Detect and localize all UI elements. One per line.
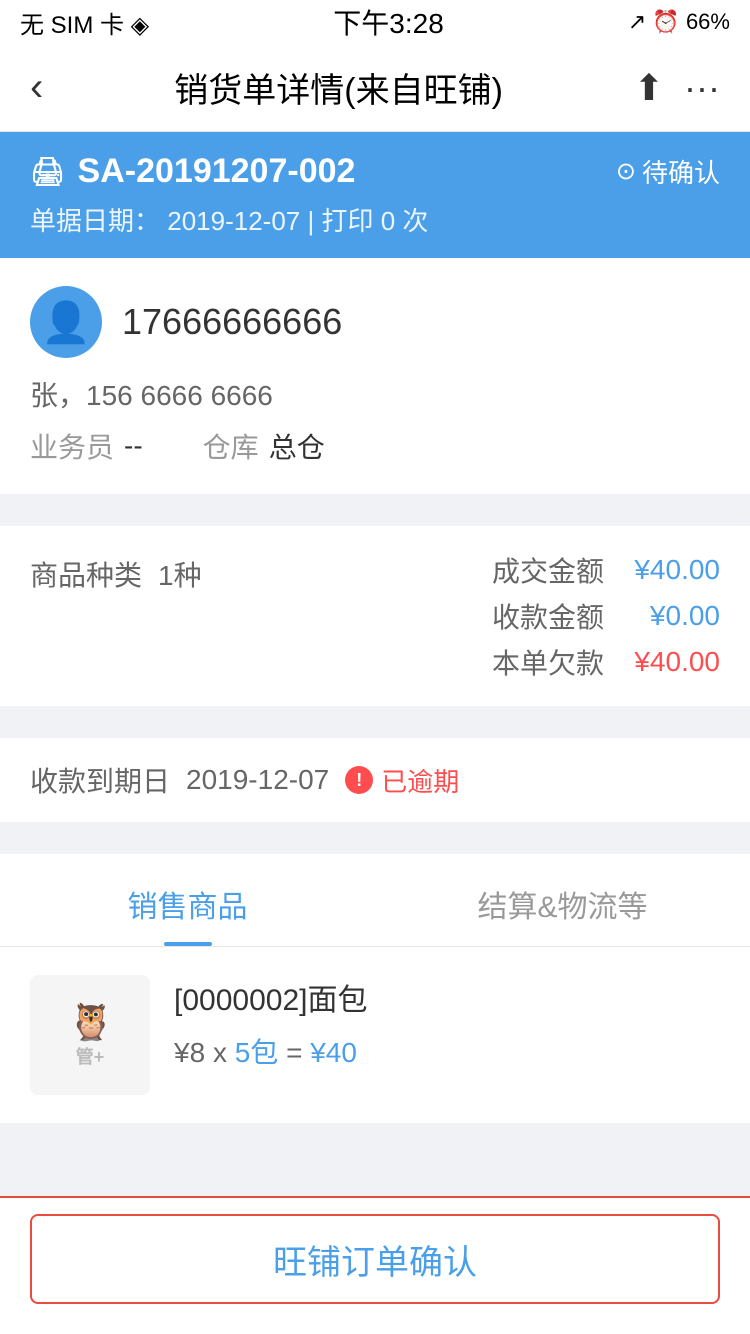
transaction-value: ¥40.00	[620, 554, 720, 586]
due-date-value: 2019-12-07	[186, 764, 329, 796]
tab-settlement[interactable]: 结算&物流等	[375, 854, 750, 946]
payment-row: 收款金额 ¥0.00	[492, 596, 720, 636]
order-date-value: 2019-12-07	[167, 206, 300, 236]
page-title: 销货单详情(来自旺铺)	[174, 63, 503, 112]
bottom-bar: 旺铺订单确认	[0, 1196, 750, 1334]
product-thumbnail: 🦉 管+	[30, 975, 150, 1095]
salesman-item: 业务员 --	[30, 426, 143, 466]
clock-icon: ⊙	[616, 157, 636, 186]
order-print-info: 打印 0 次	[321, 206, 428, 236]
overdue-badge: ! 已逾期	[345, 762, 459, 799]
due-date-card: 收款到期日 2019-12-07 ! 已逾期	[0, 738, 750, 822]
overdue-icon: !	[345, 766, 373, 794]
order-date-sep: |	[307, 206, 321, 236]
customer-card: 👤 17666666666 张，156 6666 6666 业务员 -- 仓库 …	[0, 258, 750, 494]
arrear-row: 本单欠款 ¥40.00	[492, 642, 720, 682]
overdue-text: 已逾期	[381, 762, 459, 799]
battery-label: ↗ ⏰ 66%	[628, 9, 730, 35]
warehouse-item: 仓库 总仓	[203, 426, 325, 466]
product-list: 🦉 管+ [0000002]面包 ¥8 x 5包 = ¥40	[0, 947, 750, 1123]
payment-value: ¥0.00	[620, 600, 720, 632]
arrear-label: 本单欠款	[492, 642, 604, 682]
status-left: 无 SIM 卡 ◈	[20, 5, 149, 40]
salesman-value: --	[124, 430, 143, 462]
amount-section: 成交金额 ¥40.00 收款金额 ¥0.00 本单欠款 ¥40.00	[375, 550, 720, 682]
avatar: 👤	[30, 286, 102, 358]
order-date-line: 单据日期： 2019-12-07 | 打印 0 次	[30, 201, 720, 238]
customer-phone: 17666666666	[122, 301, 342, 343]
customer-name-info: 张，156 6666 6666	[30, 374, 720, 414]
salesman-label: 业务员	[30, 426, 114, 466]
no-sim-label: 无 SIM 卡 ◈	[20, 5, 149, 40]
status-bar: 无 SIM 卡 ◈ 下午3:28 ↗ ⏰ 66%	[0, 0, 750, 44]
order-doc-icon: 🖨	[30, 155, 66, 188]
order-date-label: 单据日期：	[30, 206, 160, 236]
back-button[interactable]: ‹	[30, 65, 43, 110]
arrear-value: ¥40.00	[620, 646, 720, 678]
equals-symbol: =	[286, 1037, 310, 1068]
more-icon[interactable]: ···	[684, 67, 720, 109]
product-total: ¥40	[310, 1037, 357, 1068]
product-calc: ¥8 x 5包 = ¥40	[174, 1031, 720, 1071]
tab-sales-products-label: 销售商品	[128, 891, 248, 924]
warehouse-value: 总仓	[269, 426, 325, 466]
confirm-order-button[interactable]: 旺铺订单确认	[30, 1214, 720, 1304]
status-time: 下午3:28	[333, 2, 444, 42]
multiply-symbol: x	[213, 1037, 235, 1068]
divider-2	[0, 722, 750, 738]
order-status-text: 待确认	[642, 153, 720, 190]
product-type-label: 商品种类	[30, 554, 142, 594]
nav-bar: ‹ 销货单详情(来自旺铺) ⬆ ···	[0, 44, 750, 132]
transaction-label: 成交金额	[492, 550, 604, 590]
avatar-icon: 👤	[41, 299, 91, 346]
divider-3	[0, 838, 750, 854]
transaction-row: 成交金额 ¥40.00	[492, 550, 720, 590]
nav-right-actions: ⬆ ···	[634, 67, 720, 109]
status-right: ↗ ⏰ 66%	[628, 9, 730, 35]
tab-settlement-label: 结算&物流等	[477, 891, 647, 924]
divider-1	[0, 510, 750, 526]
payment-label: 收款金额	[492, 596, 604, 636]
warehouse-label: 仓库	[203, 426, 259, 466]
order-status: ⊙ 待确认	[616, 153, 720, 190]
product-item: 🦉 管+ [0000002]面包 ¥8 x 5包 = ¥40	[0, 947, 750, 1123]
customer-meta: 业务员 -- 仓库 总仓	[30, 426, 720, 466]
product-type-section: 商品种类 1种	[30, 550, 375, 594]
share-icon[interactable]: ⬆	[634, 67, 664, 109]
product-qty: 5包	[235, 1037, 279, 1068]
product-info: [0000002]面包 ¥8 x 5包 = ¥40	[174, 975, 720, 1071]
product-type-value: 1种	[158, 554, 202, 594]
tabs-container: 销售商品 结算&物流等	[0, 854, 750, 947]
order-header: 🖨 SA-20191207-002 ⊙ 待确认 单据日期： 2019-12-07…	[0, 132, 750, 258]
product-name: [0000002]面包	[174, 975, 720, 1019]
tab-sales-products[interactable]: 销售商品	[0, 854, 375, 946]
order-id: 🖨 SA-20191207-002	[30, 152, 355, 191]
order-id-text: SA-20191207-002	[78, 152, 356, 191]
due-date-label: 收款到期日	[30, 760, 170, 800]
summary-card: 商品种类 1种 成交金额 ¥40.00 收款金额 ¥0.00 本单欠款 ¥40.…	[0, 526, 750, 706]
product-price: ¥8	[174, 1037, 205, 1068]
